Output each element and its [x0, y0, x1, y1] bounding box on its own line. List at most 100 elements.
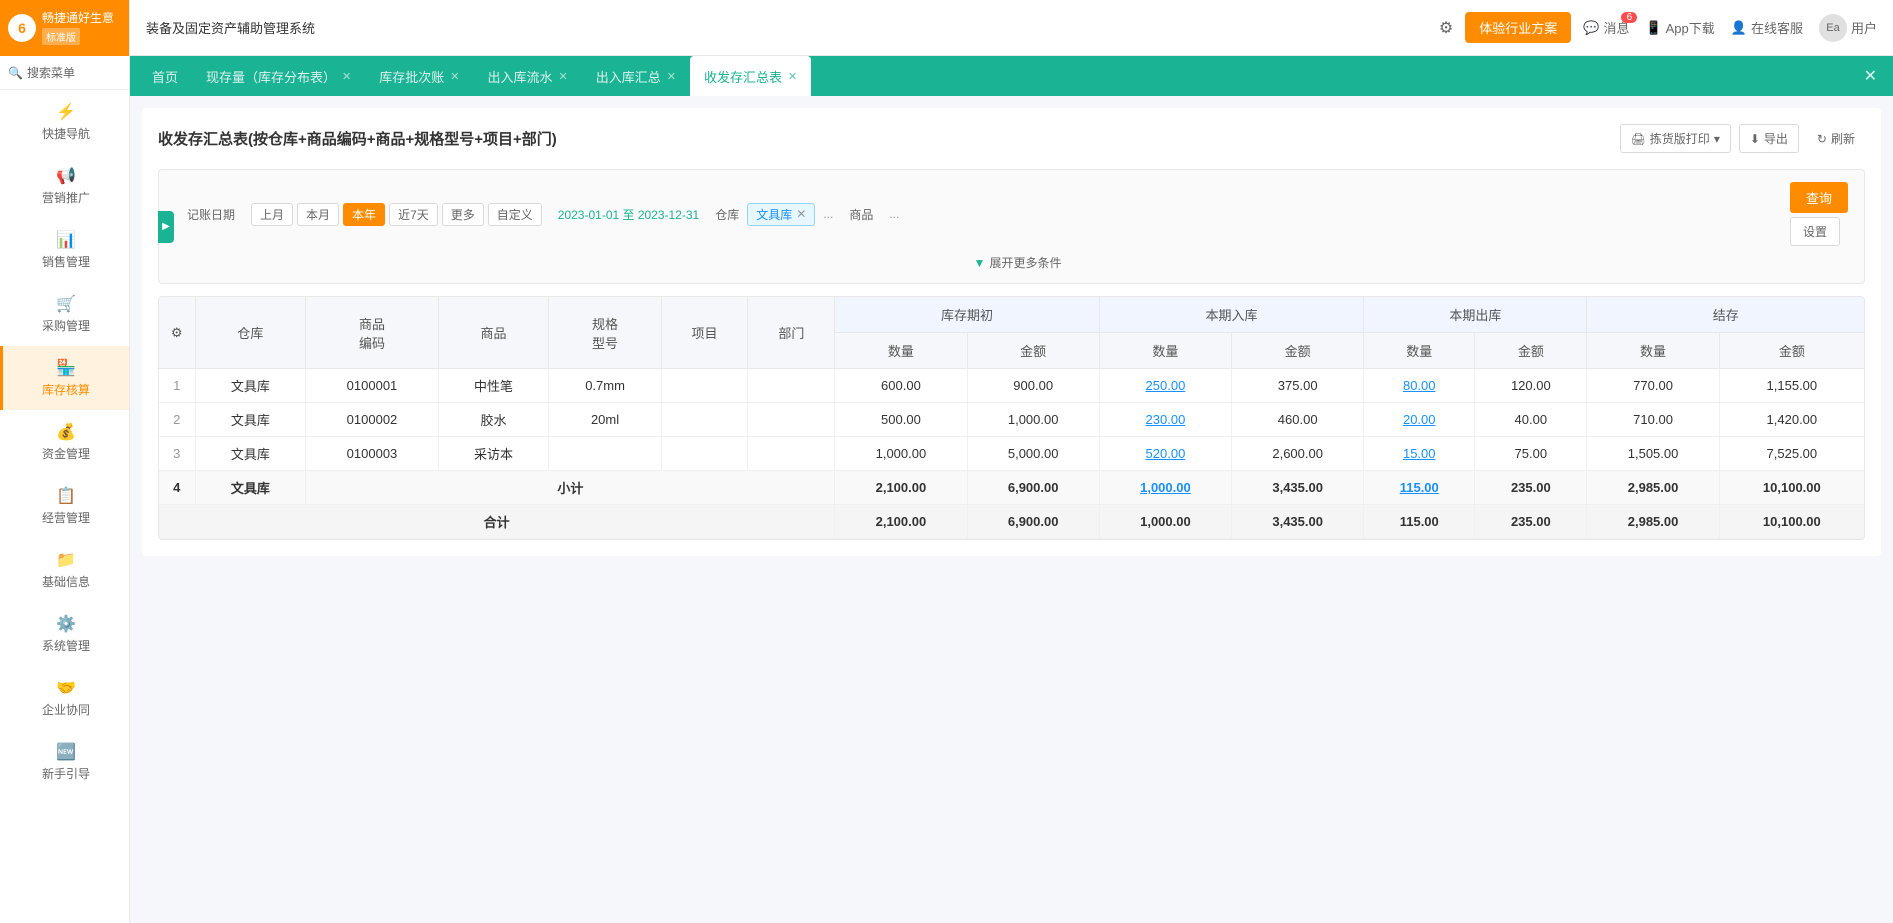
date-btn-this-year[interactable]: 本年: [343, 203, 385, 226]
tab-recv-send-summary-label: 收发存汇总表: [704, 67, 782, 86]
tab-batch-ledger-close[interactable]: ✕: [450, 70, 459, 83]
content-area: 收发存汇总表(按仓库+商品编码+商品+规格型号+项目+部门) 🖨 拣货版打印 ▾…: [130, 96, 1893, 923]
row-out-qty[interactable]: 20.00: [1364, 403, 1475, 437]
sidebar-item-basic-label: 基础信息: [42, 573, 90, 590]
sidebar-search[interactable]: 🔍 搜索菜单: [0, 56, 129, 90]
online-service-label: 在线客服: [1751, 18, 1803, 37]
messages-action[interactable]: 💬 消息 6: [1583, 18, 1629, 37]
subtotal-closing-amt: 10,100.00: [1719, 471, 1864, 505]
row-in-qty[interactable]: 230.00: [1099, 403, 1231, 437]
tab-batch-ledger[interactable]: 库存批次账 ✕: [365, 56, 473, 96]
row-num: 1: [159, 369, 195, 403]
print-btn[interactable]: 🖨 拣货版打印 ▾: [1620, 124, 1731, 153]
th-project: 项目: [661, 297, 748, 369]
tab-bar-close-btn[interactable]: ✕: [1856, 66, 1885, 86]
row-opening-qty: 600.00: [835, 369, 967, 403]
sidebar-item-basic[interactable]: 📁 基础信息: [0, 538, 129, 602]
row-closing-qty: 1,505.00: [1587, 437, 1719, 471]
subtotal-out-qty: 115.00: [1364, 471, 1475, 505]
th-warehouse: 仓库: [195, 297, 306, 369]
row-opening-qty: 500.00: [835, 403, 967, 437]
export-btn[interactable]: ⬇ 导出: [1739, 124, 1799, 153]
refresh-btn[interactable]: ↻ 刷新: [1807, 125, 1865, 152]
tab-inout-summary-label: 出入库汇总: [596, 67, 661, 86]
logo-text: 畅捷通好生意: [42, 11, 114, 27]
subtotal-opening-qty: 2,100.00: [835, 471, 967, 505]
sidebar-item-quick-nav[interactable]: ⚡ 快捷导航: [0, 90, 129, 154]
sidebar-item-operations[interactable]: 📋 经营管理: [0, 474, 129, 538]
sidebar-item-inventory[interactable]: 🏪 库存核算: [0, 346, 129, 410]
tab-inout-flow-close[interactable]: ✕: [559, 70, 568, 83]
warehouse-tag-text: 文具库: [756, 206, 792, 223]
tab-inventory-dist-close[interactable]: ✕: [342, 70, 351, 83]
warehouse-tag-remove-btn[interactable]: ✕: [796, 207, 806, 221]
sidebar-item-system[interactable]: ⚙️ 系统管理: [0, 602, 129, 666]
row-warehouse: 文具库: [195, 369, 306, 403]
warehouse-label: 仓库: [715, 206, 739, 223]
tab-inventory-dist[interactable]: 现存量（库存分布表） ✕: [192, 56, 365, 96]
sidebar-item-marketing[interactable]: 📢 营销推广: [0, 154, 129, 218]
sales-icon: 📊: [56, 230, 76, 250]
sidebar-item-guide[interactable]: 🆕 新手引导: [0, 730, 129, 794]
logo-area: 6 畅捷通好生意 标准版: [0, 0, 129, 56]
date-btn-7days[interactable]: 近7天: [389, 203, 438, 226]
row-dept: [748, 437, 835, 471]
subtotal-warehouse: 文具库: [195, 471, 306, 505]
filter-row: 记账日期 上月 本月 本年 近7天 更多 自定义 2023-01-01 至 20…: [187, 182, 1848, 246]
experience-btn[interactable]: 体验行业方案: [1465, 12, 1571, 43]
date-range: 2023-01-01 至 2023-12-31: [558, 206, 699, 223]
warehouse-tag[interactable]: 文具库 ✕: [747, 203, 815, 226]
date-btns: 上月 本月 本年 近7天 更多 自定义: [251, 203, 542, 226]
online-service-action[interactable]: 👤 在线客服: [1731, 18, 1803, 37]
tab-home[interactable]: 首页: [138, 56, 192, 96]
sidebar-item-enterprise[interactable]: 🤝 企业协同: [0, 666, 129, 730]
guide-icon: 🆕: [56, 742, 76, 762]
purchase-icon: 🛒: [56, 294, 76, 314]
row-closing-amt: 1,155.00: [1719, 369, 1864, 403]
sidebar-item-system-label: 系统管理: [42, 637, 90, 654]
date-btn-custom[interactable]: 自定义: [488, 203, 542, 226]
subtotal-closing-qty: 2,985.00: [1587, 471, 1719, 505]
app-download-action[interactable]: 📱 App下载: [1645, 18, 1714, 37]
tab-home-label: 首页: [152, 67, 178, 86]
row-closing-amt: 1,420.00: [1719, 403, 1864, 437]
sidebar-item-inventory-label: 库存核算: [42, 381, 90, 398]
query-btn[interactable]: 查询: [1790, 182, 1848, 213]
row-in-amt: 2,600.00: [1232, 437, 1364, 471]
row-out-qty[interactable]: 15.00: [1364, 437, 1475, 471]
row-in-qty[interactable]: 520.00: [1099, 437, 1231, 471]
row-opening-amt: 5,000.00: [967, 437, 1099, 471]
sidebar-item-finance[interactable]: 💰 资金管理: [0, 410, 129, 474]
filter-toggle-btn[interactable]: ▶: [158, 211, 174, 243]
tab-inout-flow[interactable]: 出入库流水 ✕: [473, 56, 581, 96]
th-opening-qty: 数量: [835, 333, 967, 369]
tab-recv-send-summary-close[interactable]: ✕: [788, 70, 797, 83]
warehouse-more-btn[interactable]: ...: [823, 207, 833, 221]
refresh-label: 刷新: [1831, 130, 1855, 147]
row-goods-spec: 20ml: [549, 403, 661, 437]
row-out-qty[interactable]: 80.00: [1364, 369, 1475, 403]
warehouse-filter: 仓库 文具库 ✕ ...: [715, 203, 833, 226]
tab-recv-send-summary[interactable]: 收发存汇总表 ✕: [690, 56, 811, 96]
user-action[interactable]: Ea 用户: [1819, 14, 1877, 42]
row-in-amt: 375.00: [1232, 369, 1364, 403]
setting-btn[interactable]: 设置: [1790, 217, 1840, 246]
sidebar-item-sales-label: 销售管理: [42, 253, 90, 270]
filter-area: ▶ 记账日期 上月 本月 本年 近7天 更多 自定义 2023-01-01 至 …: [158, 169, 1865, 284]
tab-inout-summary[interactable]: 出入库汇总 ✕: [582, 56, 690, 96]
settings-gear-icon[interactable]: ⚙: [1439, 18, 1453, 38]
date-btn-more[interactable]: 更多: [442, 203, 484, 226]
sidebar-item-sales[interactable]: 📊 销售管理: [0, 218, 129, 282]
row-in-qty[interactable]: 250.00: [1099, 369, 1231, 403]
enterprise-icon: 🤝: [56, 678, 76, 698]
row-goods-spec: 0.7mm: [549, 369, 661, 403]
tab-inout-summary-close[interactable]: ✕: [667, 70, 676, 83]
row-num: 3: [159, 437, 195, 471]
sidebar-item-purchase[interactable]: 🛒 采购管理: [0, 282, 129, 346]
expand-conditions-btn[interactable]: ▼ 展开更多条件: [187, 254, 1848, 271]
goods-more-btn[interactable]: ...: [889, 207, 899, 221]
row-opening-amt: 1,000.00: [967, 403, 1099, 437]
th-settings[interactable]: ⚙: [159, 297, 195, 369]
date-btn-last-month[interactable]: 上月: [251, 203, 293, 226]
date-btn-this-month[interactable]: 本月: [297, 203, 339, 226]
